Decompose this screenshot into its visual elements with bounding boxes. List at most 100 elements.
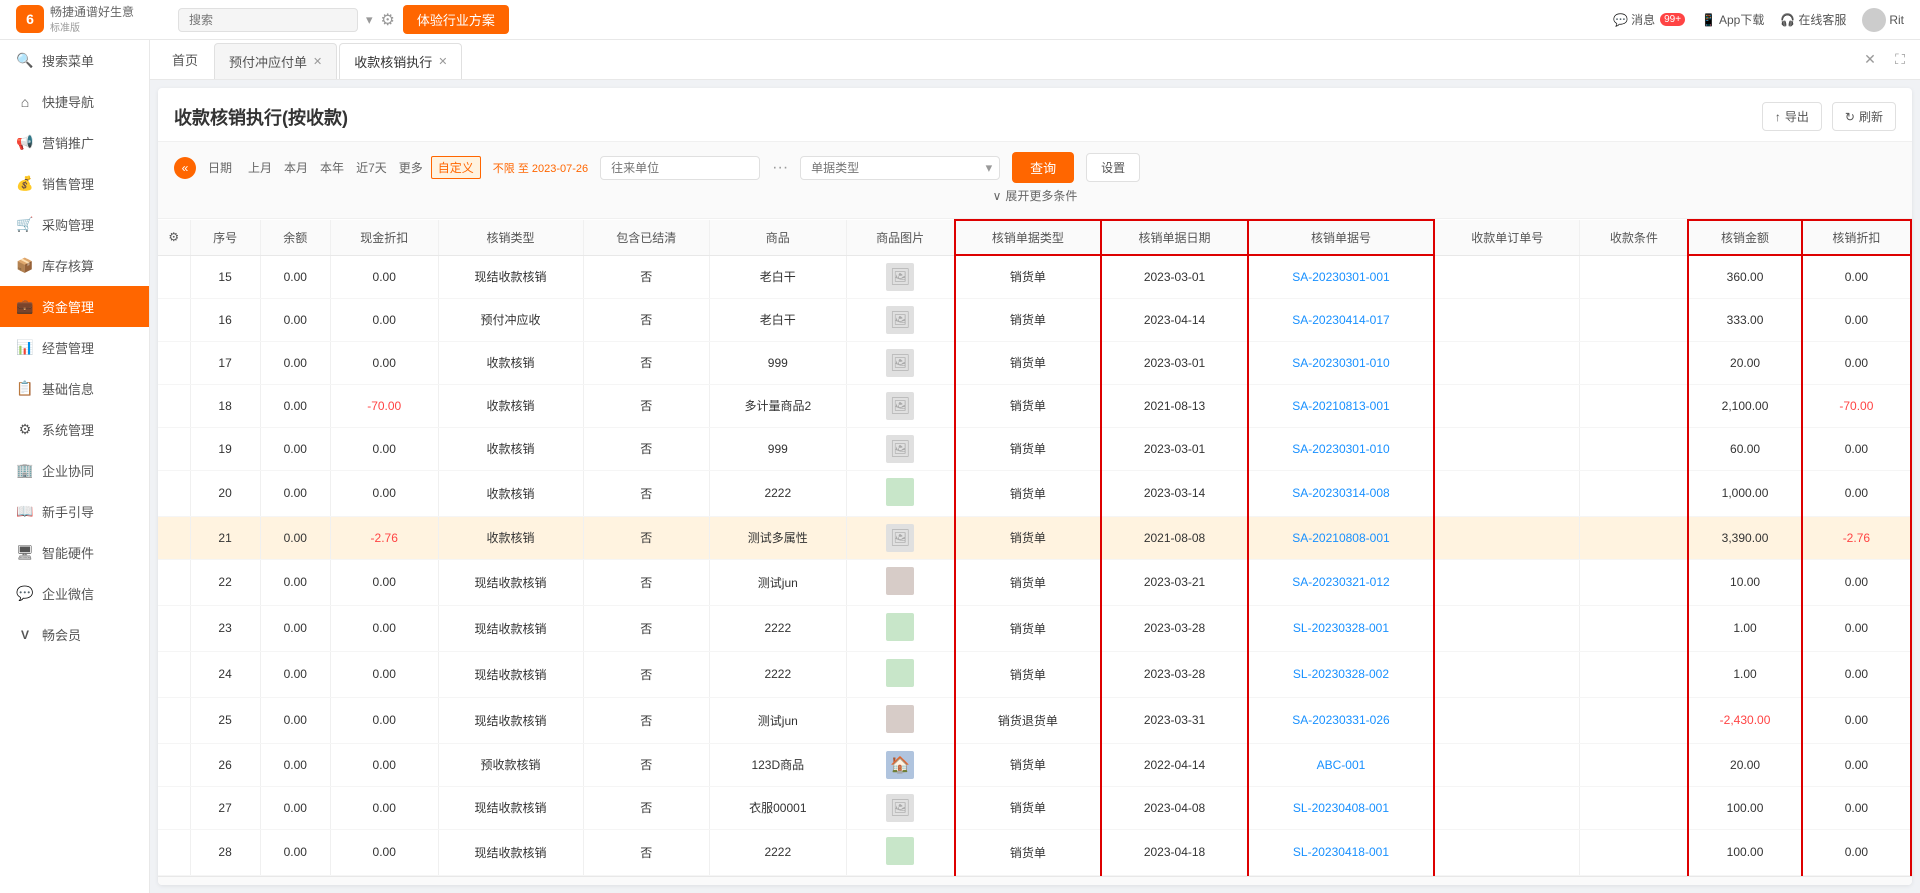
date-btn-more[interactable]: 更多 <box>395 157 427 178</box>
verify-number-link[interactable]: SA-20230414-017 <box>1292 313 1389 327</box>
cell-verify-amount: 333.00 <box>1688 298 1801 341</box>
verify-number-link[interactable]: SA-20230331-026 <box>1292 713 1389 727</box>
table-row: 22 0.00 0.00 现结收款核销 否 测试jun 销货单 2023-03-… <box>158 559 1911 605</box>
sidebar-item-inventory[interactable]: 📦 库存核算 <box>0 245 149 286</box>
cell-verify-date: 2023-03-28 <box>1101 605 1248 651</box>
sidebar-item-enterprise[interactable]: 🏢 企业协同 <box>0 450 149 491</box>
table-row: 26 0.00 0.00 预收款核销 否 123D商品 🏠 销货单 2022-0… <box>158 743 1911 786</box>
app-name: 畅捷通谱好生意 <box>50 5 134 19</box>
verify-number-link[interactable]: SA-20210808-001 <box>1292 531 1389 545</box>
sidebar-item-basic[interactable]: 📋 基础信息 <box>0 368 149 409</box>
export-button[interactable]: ↑ 导出 <box>1762 102 1822 131</box>
cell-verify-type: 现结收款核销 <box>438 651 583 697</box>
sidebar-item-member[interactable]: V 畅会员 <box>0 614 149 655</box>
partner-input[interactable] <box>600 156 760 180</box>
cell-receipt-condition <box>1580 341 1688 384</box>
cell-goods: 测试多属性 <box>709 516 846 559</box>
sidebar-item-guide[interactable]: 📖 新手引导 <box>0 491 149 532</box>
cell-verify-date: 2023-03-31 <box>1101 697 1248 743</box>
enterprise-icon: 🏢 <box>16 462 34 479</box>
verify-number-link[interactable]: SL-20230408-001 <box>1293 801 1389 815</box>
cell-verify-voucher-type: 销货单 <box>955 341 1102 384</box>
cell-included-settled: 否 <box>583 605 709 651</box>
verify-number-link[interactable]: SA-20230301-001 <box>1292 270 1389 284</box>
solution-button[interactable]: 体验行业方案 <box>403 5 509 34</box>
verify-number-link[interactable]: SL-20230328-002 <box>1293 667 1389 681</box>
refresh-button[interactable]: ↻ 刷新 <box>1832 102 1896 131</box>
top-search-input[interactable] <box>178 8 358 32</box>
voucher-type-input[interactable] <box>800 156 1000 180</box>
filter-collapse-button[interactable]: « <box>174 157 196 179</box>
sidebar-item-quick-nav[interactable]: ⌂ 快捷导航 <box>0 81 149 122</box>
th-cash-discount: 现金折扣 <box>330 220 438 255</box>
verify-number-link[interactable]: SA-20230321-012 <box>1292 575 1389 589</box>
cell-included-settled: 否 <box>583 255 709 298</box>
filter-row: « 日期 上月 本月 本年 近7天 更多 自定义 不限 至 2023-07-26 <box>174 152 1896 183</box>
cell-verify-date: 2023-03-01 <box>1101 427 1248 470</box>
tab-prepay-close[interactable]: ✕ <box>313 55 322 68</box>
th-goods-image: 商品图片 <box>846 220 954 255</box>
verify-number-link[interactable]: SL-20230418-001 <box>1293 845 1389 859</box>
table-row: 15 0.00 0.00 现结收款核销 否 老白干 🖼 销货单 2023-03-… <box>158 255 1911 298</box>
cell-receipt-order <box>1434 559 1580 605</box>
cell-verify-number: SA-20210813-001 <box>1248 384 1434 427</box>
date-btn-7days[interactable]: 近7天 <box>352 157 391 178</box>
cell-settings <box>158 341 190 384</box>
cell-balance: 0.00 <box>260 298 330 341</box>
cell-verify-type: 现结收款核销 <box>438 697 583 743</box>
date-btn-this-month[interactable]: 本月 <box>280 157 312 178</box>
cell-goods: 多计量商品2 <box>709 384 846 427</box>
sidebar-item-purchase[interactable]: 🛒 采购管理 <box>0 204 149 245</box>
online-service-item[interactable]: 🎧 在线客服 <box>1780 11 1846 28</box>
cell-balance: 0.00 <box>260 697 330 743</box>
cell-seq: 25 <box>190 697 260 743</box>
cell-verify-amount: 360.00 <box>1688 255 1801 298</box>
sidebar-item-operations[interactable]: 📊 经营管理 <box>0 327 149 368</box>
tab-home[interactable]: 首页 <box>158 42 212 78</box>
cell-goods: 老白干 <box>709 255 846 298</box>
date-btn-custom[interactable]: 自定义 <box>431 156 481 179</box>
sidebar-item-marketing[interactable]: 📢 营销推广 <box>0 122 149 163</box>
user-profile[interactable]: Rit <box>1862 8 1904 32</box>
expand-conditions-row[interactable]: ∨ 展开更多条件 <box>174 183 1896 208</box>
cell-balance: 0.00 <box>260 743 330 786</box>
sidebar-item-hardware[interactable]: 🖥 智能硬件 <box>0 532 149 573</box>
cell-cash-discount: 0.00 <box>330 255 438 298</box>
date-btn-this-year[interactable]: 本年 <box>316 157 348 178</box>
cell-receipt-condition <box>1580 743 1688 786</box>
cell-verify-number: ABC-001 <box>1248 743 1434 786</box>
dots-button[interactable]: ··· <box>772 159 788 177</box>
cell-settings <box>158 829 190 875</box>
sidebar-item-sales[interactable]: 💰 销售管理 <box>0 163 149 204</box>
message-item[interactable]: 💬 消息 99+ <box>1613 11 1685 28</box>
verify-number-link[interactable]: SA-20230314-008 <box>1292 486 1389 500</box>
verify-number-link[interactable]: SL-20230328-001 <box>1293 621 1389 635</box>
th-settings[interactable]: ⚙ <box>158 220 190 255</box>
cell-seq: 28 <box>190 829 260 875</box>
date-btn-last-month[interactable]: 上月 <box>244 157 276 178</box>
verify-number-link[interactable]: ABC-001 <box>1317 758 1366 772</box>
settings-button[interactable]: 设置 <box>1086 153 1140 182</box>
verify-number-link[interactable]: SA-20210813-001 <box>1292 399 1389 413</box>
tab-receipt-exec[interactable]: 收款核销执行 ✕ <box>339 43 462 79</box>
avatar <box>1862 8 1886 32</box>
tab-prepay[interactable]: 预付冲应付单 ✕ <box>214 43 337 79</box>
app-download-item[interactable]: 📱 App下载 <box>1701 11 1764 28</box>
cell-verify-discount: 0.00 <box>1802 341 1911 384</box>
tab-receipt-exec-close[interactable]: ✕ <box>438 55 447 68</box>
sidebar-item-finance[interactable]: 💼 资金管理 <box>0 286 149 327</box>
sidebar-item-search[interactable]: 🔍 搜索菜单 <box>0 40 149 81</box>
sidebar-item-system[interactable]: ⚙ 系统管理 <box>0 409 149 450</box>
gear-icon[interactable]: ⚙ <box>381 10 395 30</box>
verify-number-link[interactable]: SA-20230301-010 <box>1292 442 1389 456</box>
cell-settings <box>158 427 190 470</box>
cell-included-settled: 否 <box>583 341 709 384</box>
maximize-window-btn[interactable]: ⛶ <box>1888 48 1912 72</box>
dropdown-icon[interactable]: ▾ <box>366 12 373 28</box>
sidebar-item-wechat[interactable]: 💬 企业微信 <box>0 573 149 614</box>
th-verify-discount: 核销折扣 <box>1802 220 1911 255</box>
online-service-label: 在线客服 <box>1798 11 1846 28</box>
query-button[interactable]: 查询 <box>1012 152 1074 183</box>
verify-number-link[interactable]: SA-20230301-010 <box>1292 356 1389 370</box>
close-window-btn[interactable]: ✕ <box>1858 48 1882 72</box>
